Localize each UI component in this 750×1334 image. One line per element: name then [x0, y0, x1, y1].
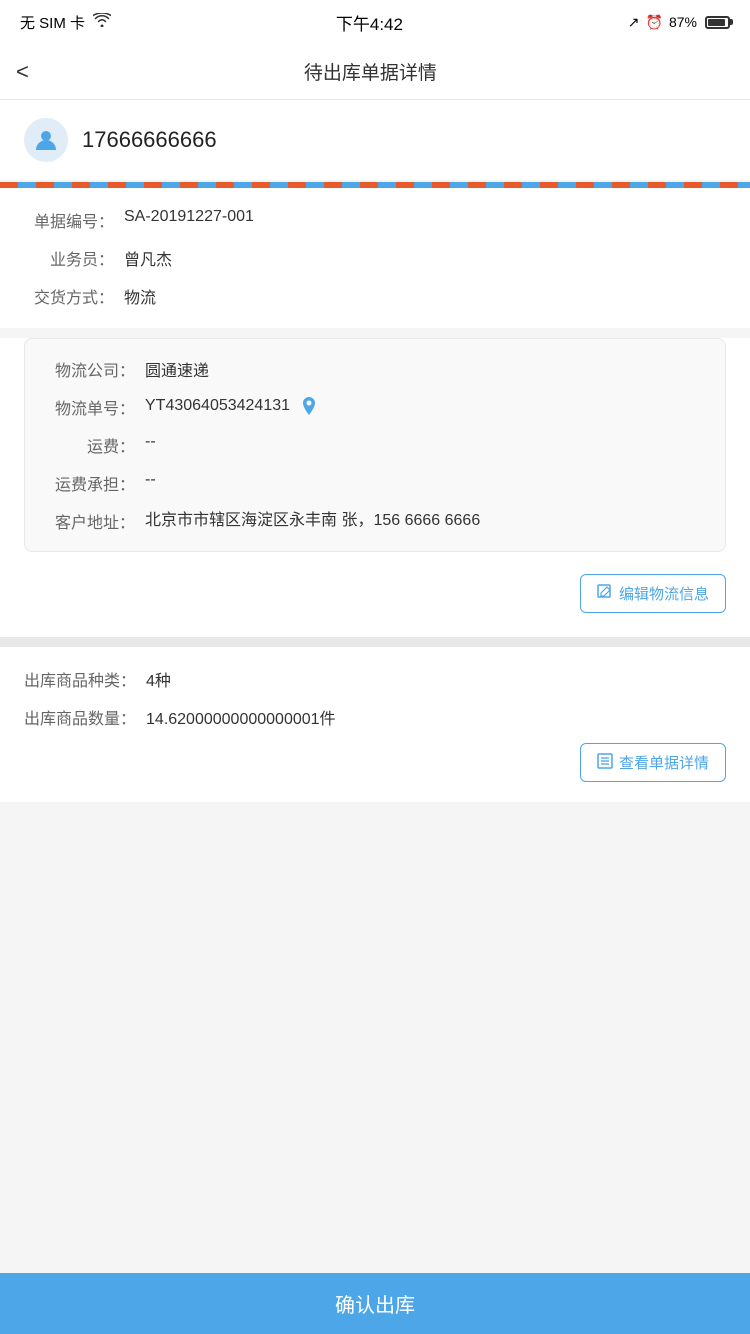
list-icon: [597, 753, 613, 773]
confirm-button[interactable]: 确认出库: [335, 1295, 415, 1317]
battery-percent: 87%: [669, 14, 697, 30]
tracking-number-value: YT43064053424131: [145, 395, 705, 417]
logistics-wrapper: 物流公司： 圆通速递 物流单号： YT43064053424131 运费： --…: [0, 338, 750, 637]
address-value: 北京市市辖区海淀区永丰南 张，156 6666 6666: [145, 509, 705, 533]
location-pin-icon[interactable]: [298, 395, 320, 417]
carrier-label: 无 SIM 卡: [20, 12, 85, 33]
empty-space: [0, 812, 750, 972]
document-number-value: SA-20191227-001: [124, 208, 726, 226]
view-details-area: 查看单据详情: [24, 743, 726, 782]
freight-bearer-row: 运费承担： --: [45, 471, 705, 495]
freight-bearer-label: 运费承担：: [45, 471, 135, 495]
delivery-method-row: 交货方式： 物流: [24, 284, 726, 308]
time-label: 下午4:42: [336, 10, 403, 35]
goods-section: 出库商品种类： 4种 出库商品数量： 14.62000000000000001件…: [0, 647, 750, 802]
freight-bearer-value: --: [145, 471, 705, 489]
document-number-label: 单据编号：: [24, 208, 114, 232]
goods-quantity-label: 出库商品数量：: [24, 705, 136, 729]
order-info-section: 单据编号： SA-20191227-001 业务员： 曾凡杰 交货方式： 物流: [0, 188, 750, 328]
goods-types-label: 出库商品种类：: [24, 667, 136, 691]
logistics-company-value: 圆通速递: [145, 357, 705, 381]
goods-types-value: 4种: [146, 667, 726, 691]
status-left: 无 SIM 卡: [20, 12, 111, 33]
user-header: 17666666666: [0, 100, 750, 180]
document-number-row: 单据编号： SA-20191227-001: [24, 208, 726, 232]
salesman-value: 曾凡杰: [124, 246, 726, 270]
battery-icon: [705, 16, 730, 29]
delivery-method-label: 交货方式：: [24, 284, 114, 308]
edit-button-area: 编辑物流信息: [24, 562, 726, 617]
user-phone: 17666666666: [82, 127, 217, 153]
edit-icon: [597, 584, 613, 604]
edit-logistics-button[interactable]: 编辑物流信息: [580, 574, 726, 613]
view-details-button[interactable]: 查看单据详情: [580, 743, 726, 782]
logistics-company-label: 物流公司：: [45, 357, 135, 381]
edit-logistics-label: 编辑物流信息: [619, 583, 709, 604]
bottom-spacer: [0, 972, 750, 1052]
freight-row: 运费： --: [45, 433, 705, 457]
freight-value: --: [145, 433, 705, 451]
goods-quantity-value: 14.62000000000000001件: [146, 705, 726, 729]
section-separator-1: [0, 637, 750, 647]
avatar: [24, 118, 68, 162]
status-right: ↗ ⏰ 87%: [628, 14, 730, 31]
logistics-company-row: 物流公司： 圆通速递: [45, 357, 705, 381]
salesman-row: 业务员： 曾凡杰: [24, 246, 726, 270]
page-title: 待出库单据详情: [37, 58, 704, 85]
user-icon: [32, 126, 60, 154]
tracking-number-label: 物流单号：: [45, 395, 135, 419]
delivery-method-value: 物流: [124, 284, 726, 308]
salesman-label: 业务员：: [24, 246, 114, 270]
goods-quantity-row: 出库商品数量： 14.62000000000000001件: [24, 705, 726, 729]
location-icon: ↗: [628, 14, 640, 31]
wifi-icon: [93, 13, 111, 31]
logistics-card: 物流公司： 圆通速递 物流单号： YT43064053424131 运费： --…: [24, 338, 726, 552]
goods-types-row: 出库商品种类： 4种: [24, 667, 726, 691]
freight-label: 运费：: [45, 433, 135, 457]
nav-bar: < 待出库单据详情: [0, 44, 750, 100]
alarm-icon: ⏰: [646, 14, 663, 31]
tracking-number-row: 物流单号： YT43064053424131: [45, 395, 705, 419]
confirm-button-area: 确认出库: [0, 1273, 750, 1334]
view-details-label: 查看单据详情: [619, 752, 709, 773]
address-row: 客户地址： 北京市市辖区海淀区永丰南 张，156 6666 6666: [45, 509, 705, 533]
status-bar: 无 SIM 卡 下午4:42 ↗ ⏰ 87%: [0, 0, 750, 44]
address-label: 客户地址：: [45, 509, 135, 533]
back-button[interactable]: <: [16, 51, 37, 93]
